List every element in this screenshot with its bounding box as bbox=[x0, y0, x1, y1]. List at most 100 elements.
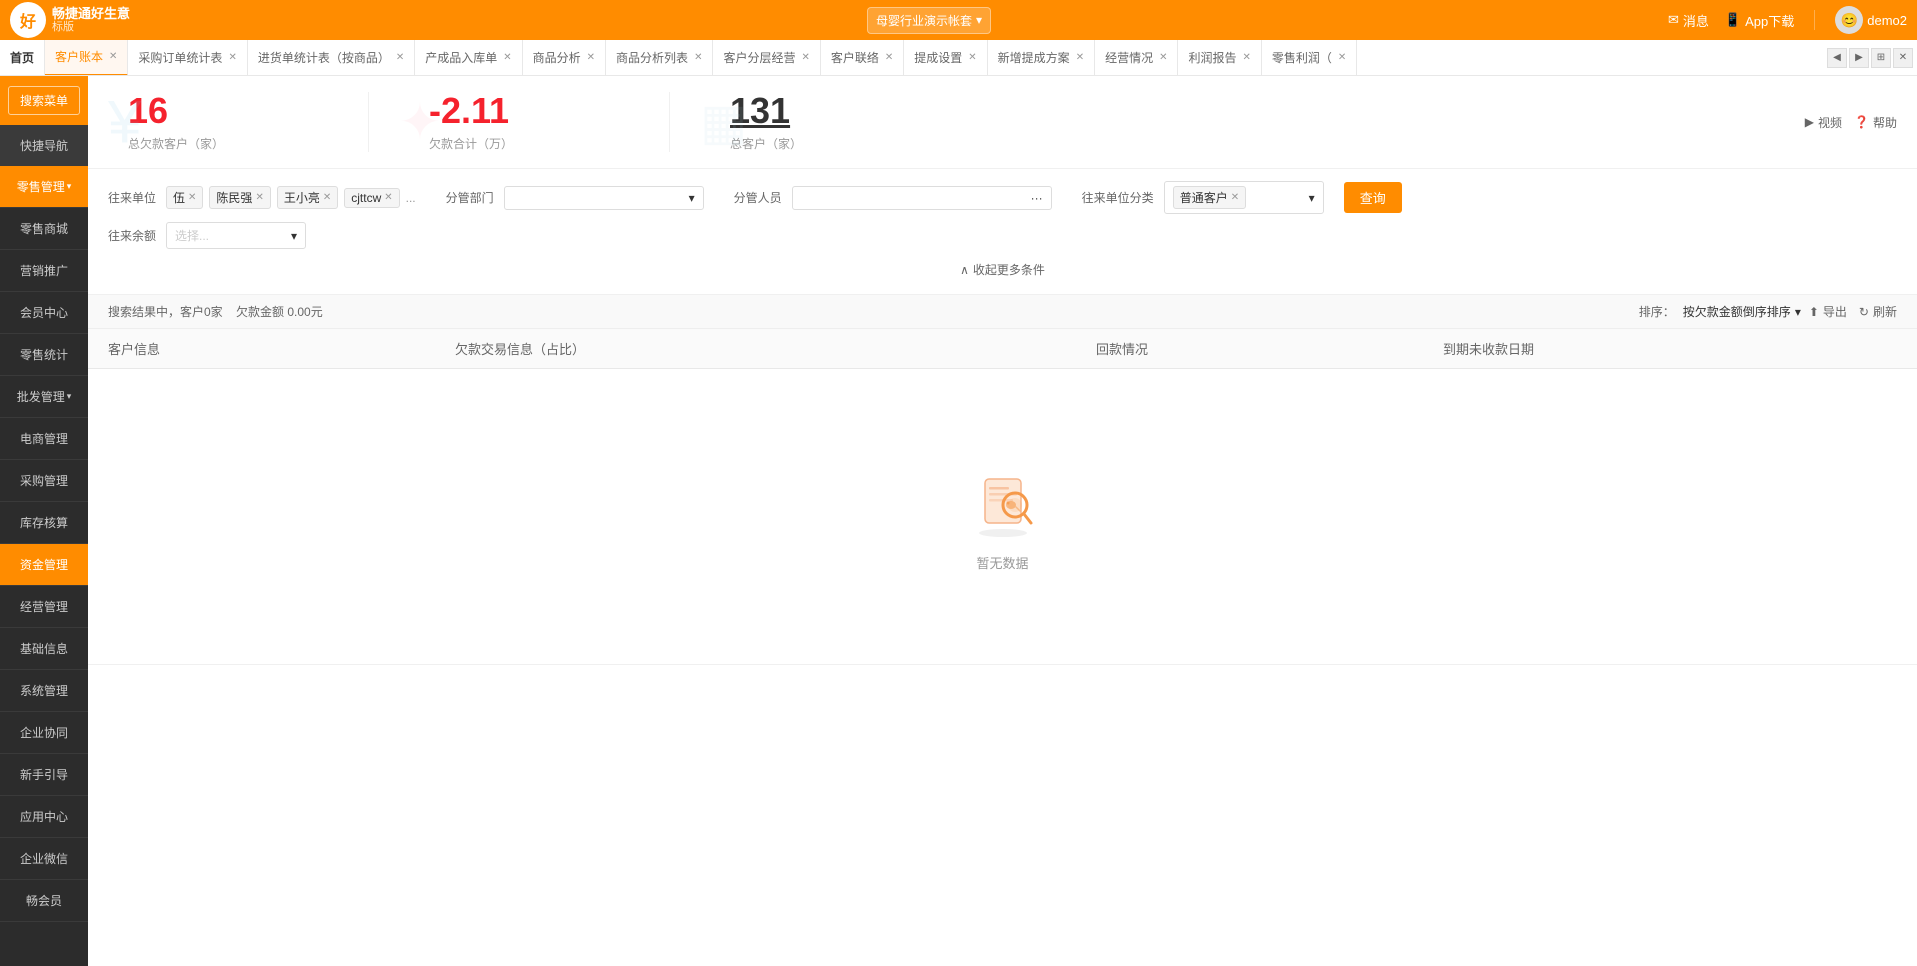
sort-select[interactable]: 按欠款金额倒序排序 ▾ bbox=[1683, 303, 1801, 320]
tab-home[interactable]: 首页 bbox=[0, 40, 45, 76]
help-icon: ❓ bbox=[1854, 115, 1869, 129]
message-icon: ✉ bbox=[1668, 12, 1679, 28]
chevron-down-icon: ▾ bbox=[689, 191, 695, 205]
tab-purchase-stats-by-product[interactable]: 进货单统计表（按商品） ✕ bbox=[248, 40, 415, 76]
tab-new-promotion-plan[interactable]: 新增提成方案 ✕ bbox=[988, 40, 1095, 76]
close-tab-new-promotion-plan[interactable]: ✕ bbox=[1076, 52, 1084, 63]
stats-header: ¥ 16 总欠款客户（家） ✦ -2.11 欠款合计（万） bbox=[88, 76, 1917, 169]
table-container: 客户信息 欠款交易信息（占比） 回款情况 到期未收款日期 bbox=[88, 329, 1917, 966]
sidebar-item-retail-stats[interactable]: 零售统计 bbox=[0, 334, 88, 376]
remove-unit-chen[interactable]: ✕ bbox=[255, 192, 263, 203]
close-tab-product-stock-in[interactable]: ✕ bbox=[503, 52, 511, 63]
close-tab-product-analysis[interactable]: ✕ bbox=[587, 52, 595, 63]
stats-actions: ▶ 视频 ❓ 帮助 bbox=[1805, 114, 1897, 131]
close-tab-customer-contacts[interactable]: ✕ bbox=[885, 52, 893, 63]
person-filter-select[interactable]: ··· bbox=[792, 186, 1052, 210]
close-tab-promotion-settings[interactable]: ✕ bbox=[968, 52, 976, 63]
sidebar-item-app-center[interactable]: 应用中心 bbox=[0, 796, 88, 838]
tab-product-analysis-list[interactable]: 商品分析列表 ✕ bbox=[606, 40, 713, 76]
more-icon: ··· bbox=[1031, 191, 1043, 205]
action-btns: ⬆ 导出 ↻ 刷新 bbox=[1809, 303, 1897, 320]
tab-business-situation[interactable]: 经营情况 ✕ bbox=[1095, 40, 1178, 76]
sidebar-item-purchase-mgmt[interactable]: 采购管理 bbox=[0, 460, 88, 502]
remove-customer-type[interactable]: ✕ bbox=[1231, 192, 1239, 203]
close-tab-purchase-stats-by-product[interactable]: ✕ bbox=[396, 52, 404, 63]
tab-retail-profit[interactable]: 零售利润（ ✕ bbox=[1262, 40, 1357, 76]
nav-prev-btn[interactable]: ◀ bbox=[1827, 48, 1847, 68]
more-unit-tags-btn[interactable]: ... bbox=[406, 191, 416, 205]
sidebar-item-operations-mgmt[interactable]: 经营管理 bbox=[0, 586, 88, 628]
unit-filter-label: 往来单位 bbox=[108, 189, 156, 206]
sidebar-item-retail-mgmt[interactable]: 零售管理 ▾ bbox=[0, 166, 88, 208]
col-customer-info: 客户信息 bbox=[88, 329, 435, 369]
remain-select[interactable]: 选择... ▾ bbox=[166, 222, 306, 249]
nav-close-btn[interactable]: ✕ bbox=[1893, 48, 1913, 68]
tab-customer-contacts[interactable]: 客户联络 ✕ bbox=[821, 40, 904, 76]
unit-class-select[interactable]: 普通客户 ✕ ▾ bbox=[1164, 181, 1324, 214]
sidebar-item-capital-mgmt[interactable]: 资金管理 bbox=[0, 544, 88, 586]
tab-product-stock-in[interactable]: 产成品入库单 ✕ bbox=[415, 40, 522, 76]
sidebar-item-basic-info[interactable]: 基础信息 bbox=[0, 628, 88, 670]
tab-purchase-order-stats[interactable]: 采购订单统计表 ✕ bbox=[128, 40, 247, 76]
message-btn[interactable]: ✉ 消息 bbox=[1668, 11, 1709, 30]
remove-unit-cjttcw[interactable]: ✕ bbox=[384, 192, 392, 203]
collapse-filter-btn[interactable]: ∧ 收起更多条件 bbox=[960, 261, 1045, 278]
nav-next-btn[interactable]: ▶ bbox=[1849, 48, 1869, 68]
quick-nav-btn[interactable]: 快捷导航 bbox=[8, 133, 80, 158]
download-icon: 📱 bbox=[1725, 12, 1741, 28]
help-btn[interactable]: ❓ 帮助 bbox=[1854, 114, 1897, 131]
account-selector[interactable]: 母婴行业演示帐套 ▾ bbox=[867, 7, 991, 34]
remove-unit-wang[interactable]: ✕ bbox=[323, 192, 331, 203]
chevron-down-icon: ▾ bbox=[291, 229, 297, 243]
query-button[interactable]: 查询 bbox=[1344, 182, 1402, 213]
sidebar-item-member-center[interactable]: 会员中心 bbox=[0, 292, 88, 334]
close-tab-profit-report[interactable]: ✕ bbox=[1243, 52, 1251, 63]
remove-unit-wu[interactable]: ✕ bbox=[188, 192, 196, 203]
col-due-date: 到期未收款日期 bbox=[1423, 329, 1917, 369]
close-tab-customer-ledger[interactable]: ✕ bbox=[109, 51, 117, 62]
sidebar-item-ecommerce-mgmt[interactable]: 电商管理 bbox=[0, 418, 88, 460]
unit-class-label: 往来单位分类 bbox=[1082, 189, 1154, 206]
export-btn[interactable]: ⬆ 导出 bbox=[1809, 303, 1847, 320]
stat-value-total-debt: -2.11 bbox=[429, 93, 509, 129]
unit-tag-wu: 伍 ✕ bbox=[166, 186, 203, 209]
close-tab-product-analysis-list[interactable]: ✕ bbox=[694, 52, 702, 63]
stat-icon-3: ▦ bbox=[700, 94, 747, 150]
sidebar-item-enterprise-coop[interactable]: 企业协同 bbox=[0, 712, 88, 754]
logo-icon: 好 bbox=[10, 2, 46, 38]
chevron-down-icon: ▾ bbox=[1309, 191, 1315, 205]
refresh-btn[interactable]: ↻ 刷新 bbox=[1859, 303, 1897, 320]
sidebar-item-batch-mgmt[interactable]: 批发管理 ▾ bbox=[0, 376, 88, 418]
stat-icon-2: ✦ bbox=[399, 94, 441, 150]
close-tab-customer-segmentation[interactable]: ✕ bbox=[801, 52, 809, 63]
dept-filter-select[interactable]: ▾ bbox=[504, 186, 704, 210]
close-tab-purchase-order-stats[interactable]: ✕ bbox=[228, 52, 236, 63]
tab-customer-segmentation[interactable]: 客户分层经营 ✕ bbox=[713, 40, 820, 76]
sidebar-item-new-user-guide[interactable]: 新手引导 bbox=[0, 754, 88, 796]
tab-customer-ledger[interactable]: 客户账本 ✕ bbox=[45, 40, 128, 76]
remain-label: 往来余额 bbox=[108, 227, 156, 244]
sidebar-item-system-mgmt[interactable]: 系统管理 bbox=[0, 670, 88, 712]
tab-product-analysis[interactable]: 商品分析 ✕ bbox=[523, 40, 606, 76]
sidebar-item-marketing[interactable]: 营销推广 bbox=[0, 250, 88, 292]
close-tab-retail-profit[interactable]: ✕ bbox=[1338, 52, 1346, 63]
user-avatar-area[interactable]: 😊 demo2 bbox=[1835, 6, 1907, 34]
tab-promotion-settings[interactable]: 提成设置 ✕ bbox=[904, 40, 987, 76]
search-menu-btn[interactable]: 搜索菜单 bbox=[8, 86, 80, 115]
sidebar-item-retail-mall[interactable]: 零售商城 bbox=[0, 208, 88, 250]
col-debt-info: 欠款交易信息（占比） bbox=[435, 329, 1076, 369]
avatar: 😊 bbox=[1835, 6, 1863, 34]
sort-area: 排序： 按欠款金额倒序排序 ▾ ⬆ 导出 ↻ 刷新 bbox=[1639, 303, 1897, 320]
sidebar-item-enterprise-wechat[interactable]: 企业微信 bbox=[0, 838, 88, 880]
nav-expand-btn[interactable]: ⊞ bbox=[1871, 48, 1891, 68]
stat-total-customers: ▦ 131 总客户（家） bbox=[710, 93, 930, 152]
video-help-btn[interactable]: ▶ 视频 bbox=[1805, 114, 1842, 131]
sidebar: 搜索菜单 快捷导航 零售管理 ▾ 零售商城 营销推广 会员中心 零售统计 bbox=[0, 76, 88, 966]
close-tab-business-situation[interactable]: ✕ bbox=[1159, 52, 1167, 63]
tab-profit-report[interactable]: 利润报告 ✕ bbox=[1178, 40, 1261, 76]
play-icon: ▶ bbox=[1805, 115, 1814, 129]
filter-section: 往来单位 伍 ✕ 陈民强 ✕ 王小亮 ✕ bbox=[88, 169, 1917, 295]
sidebar-item-inventory[interactable]: 库存核算 bbox=[0, 502, 88, 544]
sidebar-item-vip-member[interactable]: 畅会员 bbox=[0, 880, 88, 922]
app-download-btn[interactable]: 📱 App下载 bbox=[1725, 11, 1794, 30]
